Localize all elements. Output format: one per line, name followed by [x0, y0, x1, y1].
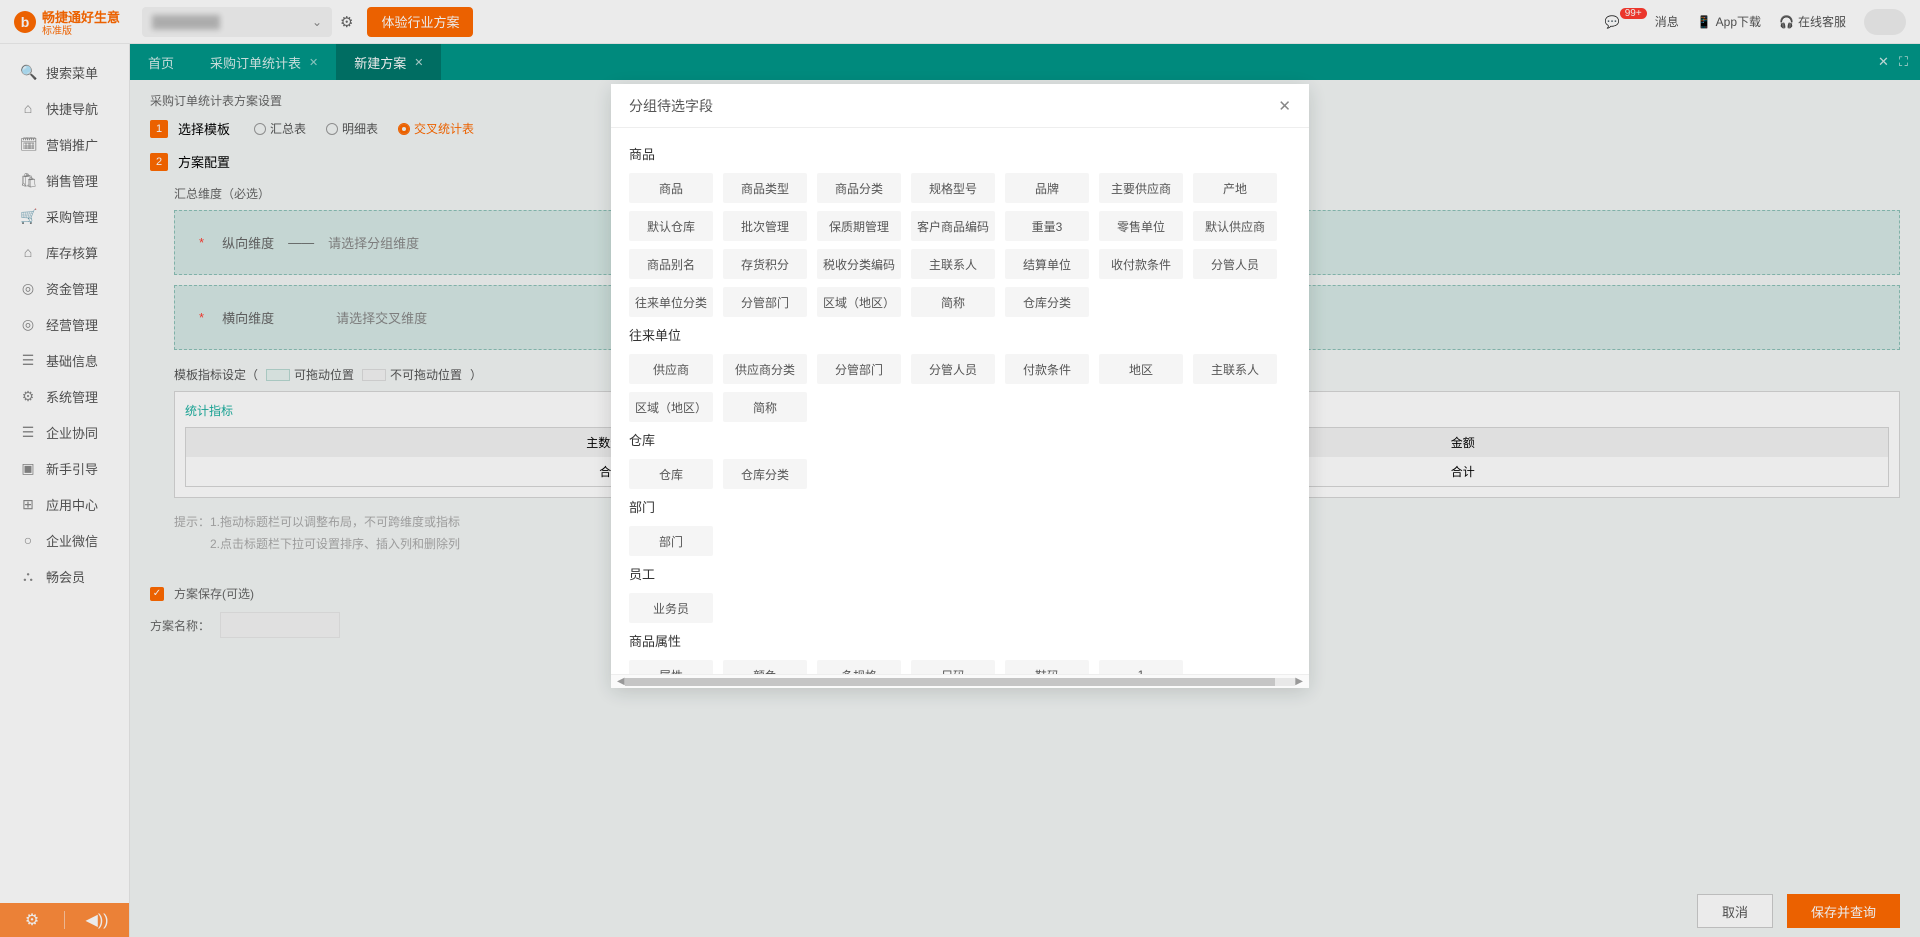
field-chip[interactable]: 往来单位分类 — [629, 287, 713, 317]
field-chip[interactable]: 简称 — [723, 392, 807, 422]
field-chip[interactable]: 业务员 — [629, 593, 713, 623]
field-chip[interactable]: 1 — [1099, 660, 1183, 674]
field-chip[interactable]: 分管人员 — [911, 354, 995, 384]
field-chip[interactable]: 属性 — [629, 660, 713, 674]
field-chip[interactable]: 规格型号 — [911, 173, 995, 203]
field-chip[interactable]: 零售单位 — [1099, 211, 1183, 241]
field-chip[interactable]: 税收分类编码 — [817, 249, 901, 279]
field-chip[interactable]: 区域（地区） — [629, 392, 713, 422]
field-chip[interactable]: 仓库 — [629, 459, 713, 489]
field-chip[interactable]: 存货积分 — [723, 249, 807, 279]
field-chip[interactable]: 供应商 — [629, 354, 713, 384]
field-chip[interactable]: 仓库分类 — [723, 459, 807, 489]
field-chip[interactable]: 主联系人 — [1193, 354, 1277, 384]
field-chip[interactable]: 商品 — [629, 173, 713, 203]
field-group-title: 部门 — [629, 497, 1295, 516]
field-chip[interactable]: 仓库分类 — [1005, 287, 1089, 317]
field-chip[interactable]: 简称 — [911, 287, 995, 317]
field-chip[interactable]: 主联系人 — [911, 249, 995, 279]
field-chip[interactable]: 颜色 — [723, 660, 807, 674]
field-chip[interactable]: 商品类型 — [723, 173, 807, 203]
field-chip[interactable]: 多规格 — [817, 660, 901, 674]
field-chip[interactable]: 分管部门 — [817, 354, 901, 384]
field-group-title: 往来单位 — [629, 325, 1295, 344]
field-chip[interactable]: 尺码 — [911, 660, 995, 674]
field-chip[interactable]: 保质期管理 — [817, 211, 901, 241]
horizontal-scrollbar[interactable]: ◀ ▶ — [611, 674, 1309, 688]
field-chip[interactable]: 收付款条件 — [1099, 249, 1183, 279]
field-chip[interactable]: 分管人员 — [1193, 249, 1277, 279]
field-chip[interactable]: 默认仓库 — [629, 211, 713, 241]
field-chip[interactable]: 商品别名 — [629, 249, 713, 279]
field-chip[interactable]: 产地 — [1193, 173, 1277, 203]
field-chip[interactable]: 地区 — [1099, 354, 1183, 384]
field-chip[interactable]: 批次管理 — [723, 211, 807, 241]
field-chip[interactable]: 主要供应商 — [1099, 173, 1183, 203]
field-chip[interactable]: 区域（地区） — [817, 287, 901, 317]
field-chip[interactable]: 结算单位 — [1005, 249, 1089, 279]
field-picker-modal: 分组待选字段 ✕ 商品商品商品类型商品分类规格型号品牌主要供应商产地默认仓库批次… — [611, 84, 1309, 688]
close-icon[interactable]: ✕ — [1278, 97, 1291, 115]
field-group-title: 员工 — [629, 564, 1295, 583]
field-chip[interactable]: 供应商分类 — [723, 354, 807, 384]
field-chip[interactable]: 默认供应商 — [1193, 211, 1277, 241]
field-chip[interactable]: 分管部门 — [723, 287, 807, 317]
field-chip[interactable]: 重量3 — [1005, 211, 1089, 241]
field-chip[interactable]: 部门 — [629, 526, 713, 556]
field-group-title: 仓库 — [629, 430, 1295, 449]
field-group-title: 商品属性 — [629, 631, 1295, 650]
field-chip[interactable]: 付款条件 — [1005, 354, 1089, 384]
modal-title: 分组待选字段 — [629, 96, 713, 116]
field-group-title: 商品 — [629, 144, 1295, 163]
field-chip[interactable]: 品牌 — [1005, 173, 1089, 203]
field-chip[interactable]: 客户商品编码 — [911, 211, 995, 241]
field-chip[interactable]: 商品分类 — [817, 173, 901, 203]
field-chip[interactable]: 鞋码 — [1005, 660, 1089, 674]
